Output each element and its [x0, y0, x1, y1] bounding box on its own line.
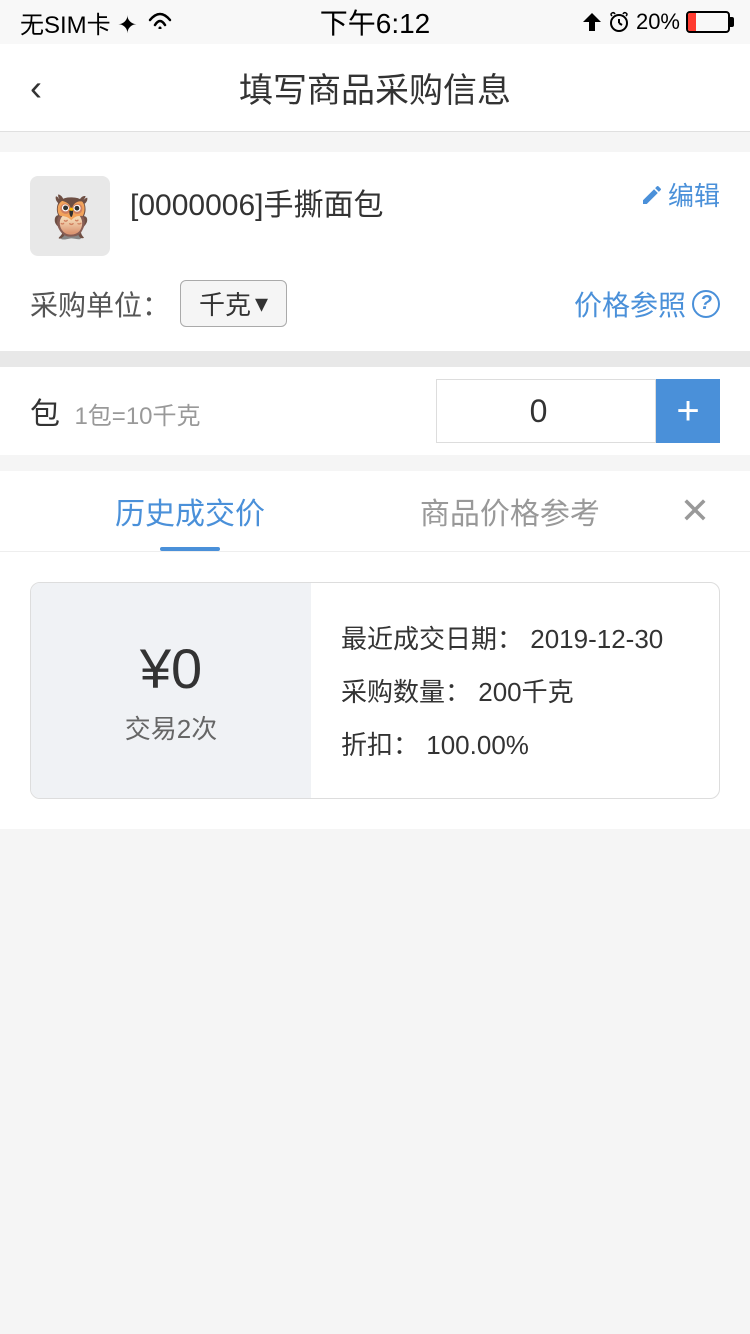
price-ref-button[interactable]: 价格参照 ?	[574, 284, 720, 324]
status-right: 20%	[582, 9, 730, 35]
tab-panel: 历史成交价 商品价格参考 ✕ ¥0 交易2次 最近成交日期： 2019-12-3…	[0, 471, 750, 829]
tab-history-price[interactable]: 历史成交价	[30, 471, 350, 551]
history-card: ¥0 交易2次 最近成交日期： 2019-12-30 采购数量： 200千克 折…	[30, 582, 720, 799]
edit-label: 编辑	[668, 176, 720, 213]
tab-price-ref[interactable]: 商品价格参考	[350, 471, 670, 551]
battery-icon	[686, 11, 730, 33]
quantity-plus-button[interactable]: +	[656, 379, 720, 443]
tab-history-label: 历史成交价	[115, 489, 265, 533]
history-discount-value: 100.00%	[426, 730, 529, 760]
price-ref-label: 价格参照	[574, 284, 686, 324]
product-card: 🦉 [0000006]手撕面包 编辑 采购单位： 千克 ▾ 价格参照 ?	[0, 152, 750, 351]
history-qty-label: 采购数量：	[341, 677, 471, 707]
history-date-label: 最近成交日期：	[341, 624, 523, 654]
history-price-section: ¥0 交易2次	[31, 583, 311, 798]
wifi-icon	[145, 11, 175, 33]
nav-bar: ‹ 填写商品采购信息	[0, 44, 750, 132]
section-divider	[0, 351, 750, 367]
quantity-unit-label: 包	[30, 398, 60, 431]
edit-icon	[640, 183, 664, 207]
quantity-input[interactable]	[436, 379, 656, 443]
owl-logo-icon: 🦉	[40, 186, 100, 246]
unit-value: 千克	[199, 285, 251, 322]
battery-percent: 20%	[636, 9, 680, 35]
info-icon: ?	[692, 290, 720, 318]
history-details-section: 最近成交日期： 2019-12-30 采购数量： 200千克 折扣： 100.0…	[311, 583, 719, 798]
location-icon	[582, 12, 602, 32]
product-thumbnail: 🦉	[30, 176, 110, 256]
product-left: 🦉 [0000006]手撕面包	[30, 176, 383, 256]
nav-title: 填写商品采购信息	[239, 63, 511, 112]
history-qty-row: 采购数量： 200千克	[341, 672, 689, 709]
product-row-bottom: 采购单位： 千克 ▾ 价格参照 ?	[30, 280, 720, 327]
history-price-value: ¥0	[140, 636, 202, 701]
tab-header: 历史成交价 商品价格参考 ✕	[0, 471, 750, 552]
history-date-value: 2019-12-30	[530, 624, 663, 654]
history-trade-count: 交易2次	[125, 709, 217, 746]
dropdown-arrow-icon: ▾	[255, 288, 268, 319]
tab-price-ref-label: 商品价格参考	[420, 489, 600, 533]
quantity-row: 包 1包=10千克 +	[0, 367, 750, 455]
product-name: [0000006]手撕面包	[130, 180, 383, 224]
carrier-text: 无SIM卡 ✦	[20, 5, 137, 40]
history-qty-value: 200千克	[478, 677, 573, 707]
tab-content: ¥0 交易2次 最近成交日期： 2019-12-30 采购数量： 200千克 折…	[0, 552, 750, 829]
back-button[interactable]: ‹	[30, 67, 42, 109]
unit-row: 采购单位： 千克 ▾	[30, 280, 287, 327]
quantity-label-group: 包 1包=10千克	[30, 389, 201, 433]
unit-label: 采购单位：	[30, 284, 170, 324]
history-discount-row: 折扣： 100.00%	[341, 725, 689, 762]
quantity-conversion: 1包=10千克	[74, 403, 200, 430]
status-bar: 无SIM卡 ✦ 下午6:12 20%	[0, 0, 750, 44]
tab-close-button[interactable]: ✕	[670, 480, 720, 542]
unit-selector[interactable]: 千克 ▾	[180, 280, 287, 327]
tab-active-indicator	[160, 547, 220, 551]
status-time: 下午6:12	[320, 2, 431, 42]
alarm-icon	[608, 11, 630, 33]
edit-button[interactable]: 编辑	[640, 176, 720, 213]
history-date-row: 最近成交日期： 2019-12-30	[341, 619, 689, 656]
history-discount-label: 折扣：	[341, 730, 419, 760]
product-row-top: 🦉 [0000006]手撕面包 编辑	[30, 176, 720, 256]
quantity-control: +	[436, 379, 720, 443]
status-carrier: 无SIM卡 ✦	[20, 5, 175, 40]
svg-text:🦉: 🦉	[45, 193, 97, 241]
